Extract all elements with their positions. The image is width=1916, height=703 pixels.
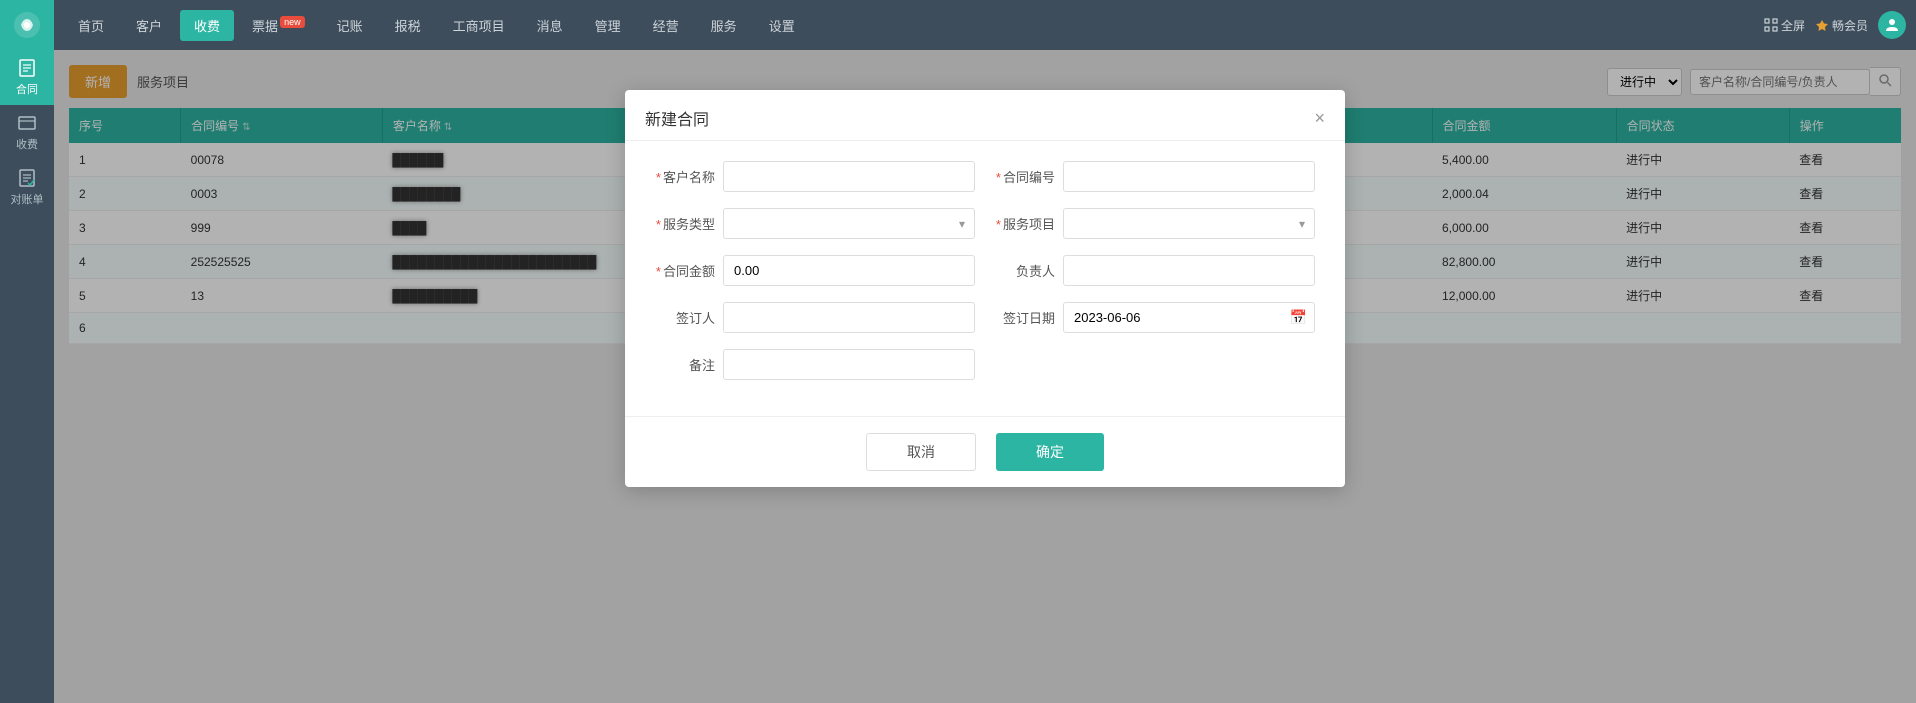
notes-input[interactable]	[723, 349, 975, 380]
contract-amount-label: *合同金额	[655, 261, 715, 280]
field-service-type: *服务类型	[655, 208, 975, 239]
nav-ticket[interactable]: 票据new	[238, 10, 319, 41]
nav-invoice[interactable]: 收费	[180, 10, 234, 41]
modal-title: 新建合同	[645, 106, 709, 130]
signer-input[interactable]	[723, 302, 975, 333]
topnav-right: 全屏 畅会员	[1764, 11, 1906, 39]
contract-amount-input[interactable]	[723, 255, 975, 286]
sign-date-label: 签订日期	[995, 308, 1055, 327]
service-item-select[interactable]	[1063, 208, 1315, 239]
fullscreen-btn[interactable]: 全屏	[1764, 17, 1805, 34]
service-type-select[interactable]	[723, 208, 975, 239]
nav-business[interactable]: 工商项目	[439, 10, 519, 41]
field-notes: 备注	[655, 349, 975, 380]
notes-label: 备注	[655, 355, 715, 374]
customer-name-input[interactable]	[723, 161, 975, 192]
modal-body: *客户名称 *合同编号	[625, 141, 1345, 416]
modal-footer: 取消 确定	[625, 416, 1345, 487]
sidebar-item-contract[interactable]: 合同	[0, 50, 54, 105]
sidebar: 合同 收费 对账单	[0, 0, 54, 703]
nav-service[interactable]: 服务	[697, 10, 751, 41]
nav-manage[interactable]: 管理	[581, 10, 635, 41]
sidebar-item-reconcile-label: 对账单	[11, 191, 44, 207]
field-signer: 签订人	[655, 302, 975, 333]
nav-message[interactable]: 消息	[523, 10, 577, 41]
nav-operation[interactable]: 经营	[639, 10, 693, 41]
service-type-label: *服务类型	[655, 214, 715, 233]
field-person-in-charge: 负责人	[995, 255, 1315, 286]
nav-tax[interactable]: 报税	[381, 10, 435, 41]
sign-date-wrapper: 📅	[1063, 302, 1315, 333]
modal-header: 新建合同 ×	[625, 90, 1345, 141]
user-avatar[interactable]	[1878, 11, 1906, 39]
modal-overlay: 新建合同 × *客户名称 *合同编号	[54, 50, 1916, 703]
service-item-select-wrapper	[1063, 208, 1315, 239]
topnav: 首页 客户 收费 票据new 记账 报税 工商项目 消息 管理 经营 服务 设置…	[54, 0, 1916, 50]
sign-date-input[interactable]	[1063, 302, 1315, 333]
service-type-select-wrapper	[723, 208, 975, 239]
field-customer-name: *客户名称	[655, 161, 975, 192]
app-logo[interactable]	[0, 0, 54, 50]
field-service-item: *服务项目	[995, 208, 1315, 239]
sidebar-item-receivable[interactable]: 收费	[0, 105, 54, 160]
cancel-button[interactable]: 取消	[866, 433, 976, 471]
form-row-4: 签订人 签订日期 📅	[655, 302, 1315, 333]
form-row-3: *合同金额 负责人	[655, 255, 1315, 286]
field-contract-amount: *合同金额	[655, 255, 975, 286]
field-contract-no: *合同编号	[995, 161, 1315, 192]
form-row-1: *客户名称 *合同编号	[655, 161, 1315, 192]
nav-settings[interactable]: 设置	[755, 10, 809, 41]
nav-customer[interactable]: 客户	[122, 10, 176, 41]
nav-home[interactable]: 首页	[64, 10, 118, 41]
person-in-charge-label: 负责人	[995, 261, 1055, 280]
sidebar-item-receivable-label: 收费	[16, 136, 38, 152]
customer-name-label: *客户名称	[655, 167, 715, 186]
signer-label: 签订人	[655, 308, 715, 327]
new-contract-modal: 新建合同 × *客户名称 *合同编号	[625, 90, 1345, 487]
form-row-2: *服务类型 *服务项目	[655, 208, 1315, 239]
nav-bookkeeping[interactable]: 记账	[323, 10, 377, 41]
calendar-icon[interactable]: 📅	[1290, 309, 1307, 326]
person-in-charge-input[interactable]	[1063, 255, 1315, 286]
contract-no-input[interactable]	[1063, 161, 1315, 192]
sidebar-item-reconcile[interactable]: 对账单	[0, 160, 54, 215]
member-btn[interactable]: 畅会员	[1815, 17, 1868, 34]
modal-close-button[interactable]: ×	[1314, 109, 1325, 127]
sidebar-item-contract-label: 合同	[16, 81, 38, 97]
content-area: 新增 服务项目 进行中 已完成 已终止 全部	[54, 50, 1916, 703]
service-item-label: *服务项目	[995, 214, 1055, 233]
contract-no-label: *合同编号	[995, 167, 1055, 186]
field-sign-date: 签订日期 📅	[995, 302, 1315, 333]
new-badge: new	[280, 16, 305, 28]
confirm-button[interactable]: 确定	[996, 433, 1104, 471]
form-row-5: 备注	[655, 349, 1315, 380]
main-area: 首页 客户 收费 票据new 记账 报税 工商项目 消息 管理 经营 服务 设置…	[54, 0, 1916, 703]
